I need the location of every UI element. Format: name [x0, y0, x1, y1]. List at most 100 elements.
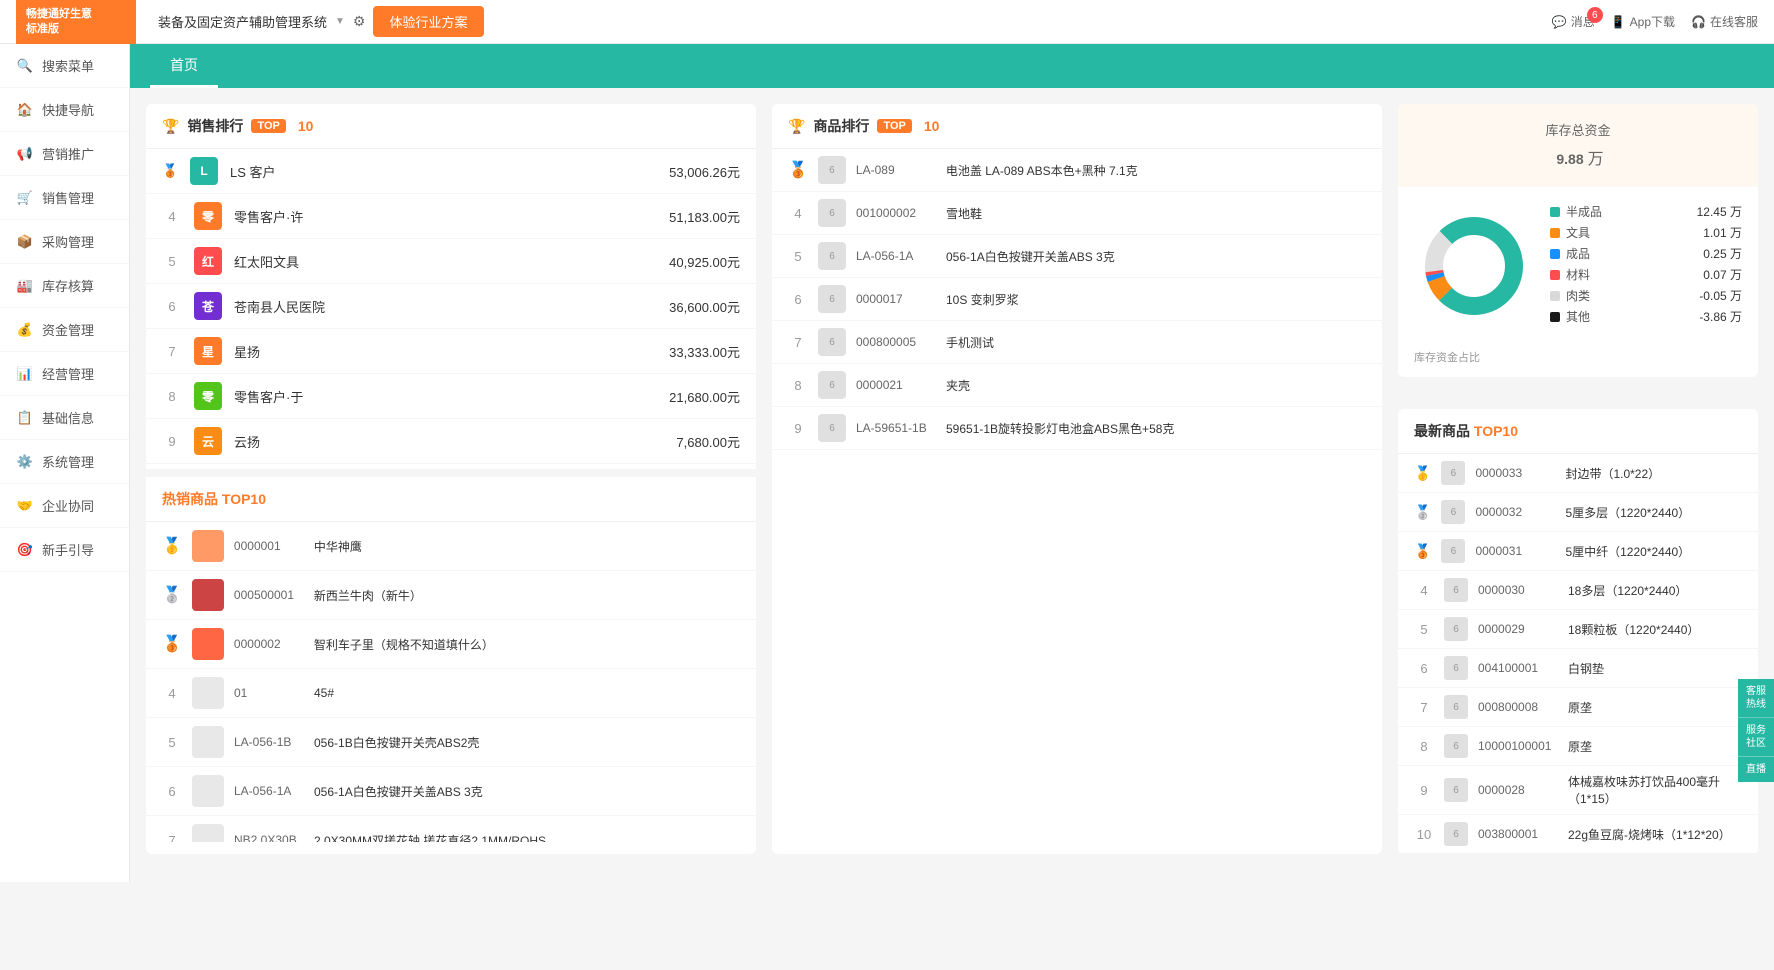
- sidebar-item-purchase[interactable]: 📦采购管理: [0, 220, 129, 264]
- legend-label: 其他: [1566, 308, 1693, 325]
- new-product-code: 10000100001: [1478, 739, 1558, 753]
- hot-thumb: [192, 628, 224, 660]
- sidebar-item-system[interactable]: ⚙️系统管理: [0, 440, 129, 484]
- hot-thumb: [192, 579, 224, 611]
- customer-ranking-header: 🏆 销售排行 TOP 10: [146, 104, 756, 149]
- rank-number: 8: [162, 389, 182, 404]
- hot-product-item: 4 01 45#: [146, 669, 756, 718]
- hot-product-name: 2.0X30MM双搓花轴.搓花直径2.1MM/ROHS: [314, 832, 740, 843]
- new-product-item: 🥈 6 0000032 5厘多层（1220*2440）: [1398, 493, 1758, 532]
- float-button[interactable]: 服务 社区: [1738, 718, 1774, 757]
- nav-tab-home[interactable]: 首页: [150, 45, 218, 88]
- headset-icon: 🎧: [1691, 15, 1706, 29]
- dropdown-icon[interactable]: ▼: [335, 16, 345, 27]
- legend-item: 半成品 12.45 万: [1550, 203, 1742, 220]
- new-product-icon: 6: [1441, 500, 1465, 524]
- hot-product-code: 01: [234, 686, 304, 700]
- new-products-list: 🥇 6 0000033 封边带（1.0*22） 🥈 6 0000032 5厘多层…: [1398, 454, 1758, 854]
- hot-product-code: 000500001: [234, 588, 304, 602]
- product-code: LA-59651-1B: [856, 421, 936, 435]
- product-code: LA-089: [856, 163, 936, 177]
- product-rank-item: 7 6 000800005 手机测试: [772, 321, 1382, 364]
- settings-icon[interactable]: ⚙: [353, 13, 366, 30]
- hot-product-name: 45#: [314, 686, 740, 700]
- legend-label: 文具: [1566, 224, 1697, 241]
- hot-product-item: 5 LA-056-1B 056-1B白色按键开关壳ABS2壳: [146, 718, 756, 767]
- product-ranking-title: 商品排行: [813, 116, 869, 136]
- hot-product-item: 🥇 0000001 中华神鹰: [146, 522, 756, 571]
- sidebar-item-marketing[interactable]: 📢营销推广: [0, 132, 129, 176]
- sidebar-item-basics[interactable]: 📋基础信息: [0, 396, 129, 440]
- product-rank-item: 6 6 0000017 10S 变刺罗浆: [772, 278, 1382, 321]
- product-name: 雪地鞋: [946, 205, 1366, 222]
- new-product-code: 003800001: [1478, 827, 1558, 841]
- float-button[interactable]: 客服 热线: [1738, 679, 1774, 718]
- donut-chart: [1414, 206, 1534, 326]
- rank-number: 5: [162, 254, 182, 269]
- customer-rank-item: 9 云 云扬 7,680.00元: [146, 419, 756, 464]
- sidebar-item-quicknav[interactable]: 🏠快捷导航: [0, 88, 129, 132]
- new-rank-number: 9: [1414, 783, 1434, 798]
- new-product-name: 原垄: [1568, 699, 1742, 716]
- legend-item: 文具 1.01 万: [1550, 224, 1742, 241]
- sidebar-label-collab: 企业协同: [42, 496, 94, 515]
- new-product-icon: 6: [1444, 734, 1468, 758]
- customer-name: 零售客户·于: [234, 387, 657, 406]
- sidebar-label-search: 搜索菜单: [42, 56, 94, 75]
- hot-rank-number: 4: [162, 686, 182, 701]
- customer-amount: 7,680.00元: [676, 432, 740, 451]
- new-product-code: 0000029: [1478, 622, 1558, 636]
- inventory-header: 库存总资金 9.88万: [1398, 104, 1758, 187]
- sidebar-label-marketing: 营销推广: [42, 144, 94, 163]
- new-product-item: 7 6 000800008 原垄: [1398, 688, 1758, 727]
- rank-number: 9: [162, 434, 182, 449]
- new-rank-number: 6: [1414, 661, 1434, 676]
- top-badge: TOP: [251, 119, 285, 133]
- customer-avatar: 红: [194, 247, 222, 275]
- legend-dot: [1550, 249, 1560, 259]
- sidebar-item-sales[interactable]: 🛒销售管理: [0, 176, 129, 220]
- new-products-title: 最新商品 TOP10: [1414, 421, 1518, 441]
- new-product-icon: 6: [1444, 656, 1468, 680]
- legend-dot: [1550, 312, 1560, 322]
- customer-amount: 51,183.00元: [669, 207, 740, 226]
- sidebar-item-collab[interactable]: 🤝 企业协同: [0, 484, 129, 528]
- sidebar: 🔍搜索菜单🏠快捷导航📢营销推广🛒销售管理📦采购管理🏭库存核算💰资金管理📊经营管理…: [0, 44, 130, 882]
- phone-icon: 📱: [1611, 15, 1626, 29]
- product-rank-item: 4 6 001000002 雪地鞋: [772, 192, 1382, 235]
- new-rank-number: 4: [1414, 583, 1434, 598]
- customer-rank-item: 7 星 星扬 33,333.00元: [146, 329, 756, 374]
- message-action[interactable]: 💬 消息 6: [1552, 13, 1595, 30]
- new-product-name: 5厘多层（1220*2440）: [1565, 504, 1742, 521]
- sidebar-item-search[interactable]: 🔍搜索菜单: [0, 44, 129, 88]
- sidebar-item-finance[interactable]: 💰资金管理: [0, 308, 129, 352]
- trial-button[interactable]: 体验行业方案: [373, 6, 483, 37]
- new-product-code: 004100001: [1478, 661, 1558, 675]
- hot-product-code: 0000002: [234, 637, 304, 651]
- sidebar-item-operations[interactable]: 📊经营管理: [0, 352, 129, 396]
- product-icon: 6: [818, 199, 846, 227]
- new-product-item: 6 6 004100001 白钢垫: [1398, 649, 1758, 688]
- new-product-name: 封边带（1.0*22）: [1565, 465, 1742, 482]
- product-rank-number: 8: [788, 378, 808, 393]
- sidebar-item-inventory[interactable]: 🏭库存核算: [0, 264, 129, 308]
- service-action[interactable]: 🎧 在线客服: [1691, 13, 1758, 30]
- customer-rank-item: 5 红 红太阳文具 40,925.00元: [146, 239, 756, 284]
- legend-item: 材料 0.07 万: [1550, 266, 1742, 283]
- product-code: 000800005: [856, 335, 936, 349]
- sidebar-item-guide[interactable]: 🎯新手引导: [0, 528, 129, 572]
- customer-ranking-list: 🥉 L LS 客户 53,006.26元 4 零 零售客户·许 51,183.0…: [146, 149, 756, 469]
- sidebar-icon-purchase: 📦: [16, 233, 34, 251]
- sidebar-icon-collab: 🤝: [16, 497, 34, 515]
- float-button[interactable]: 直播: [1738, 757, 1774, 782]
- product-icon: 6: [818, 414, 846, 442]
- app-download-action[interactable]: 📱 App下载: [1611, 13, 1675, 30]
- product-rank-number: 4: [788, 206, 808, 221]
- hot-rank-number: 7: [162, 833, 182, 843]
- sidebar-label-basics: 基础信息: [42, 408, 94, 427]
- sidebar-icon-finance: 💰: [16, 321, 34, 339]
- legend-value: 12.45 万: [1697, 203, 1742, 220]
- legend-value: 0.25 万: [1703, 245, 1742, 262]
- legend-dot: [1550, 207, 1560, 217]
- customer-amount: 53,006.26元: [669, 162, 740, 181]
